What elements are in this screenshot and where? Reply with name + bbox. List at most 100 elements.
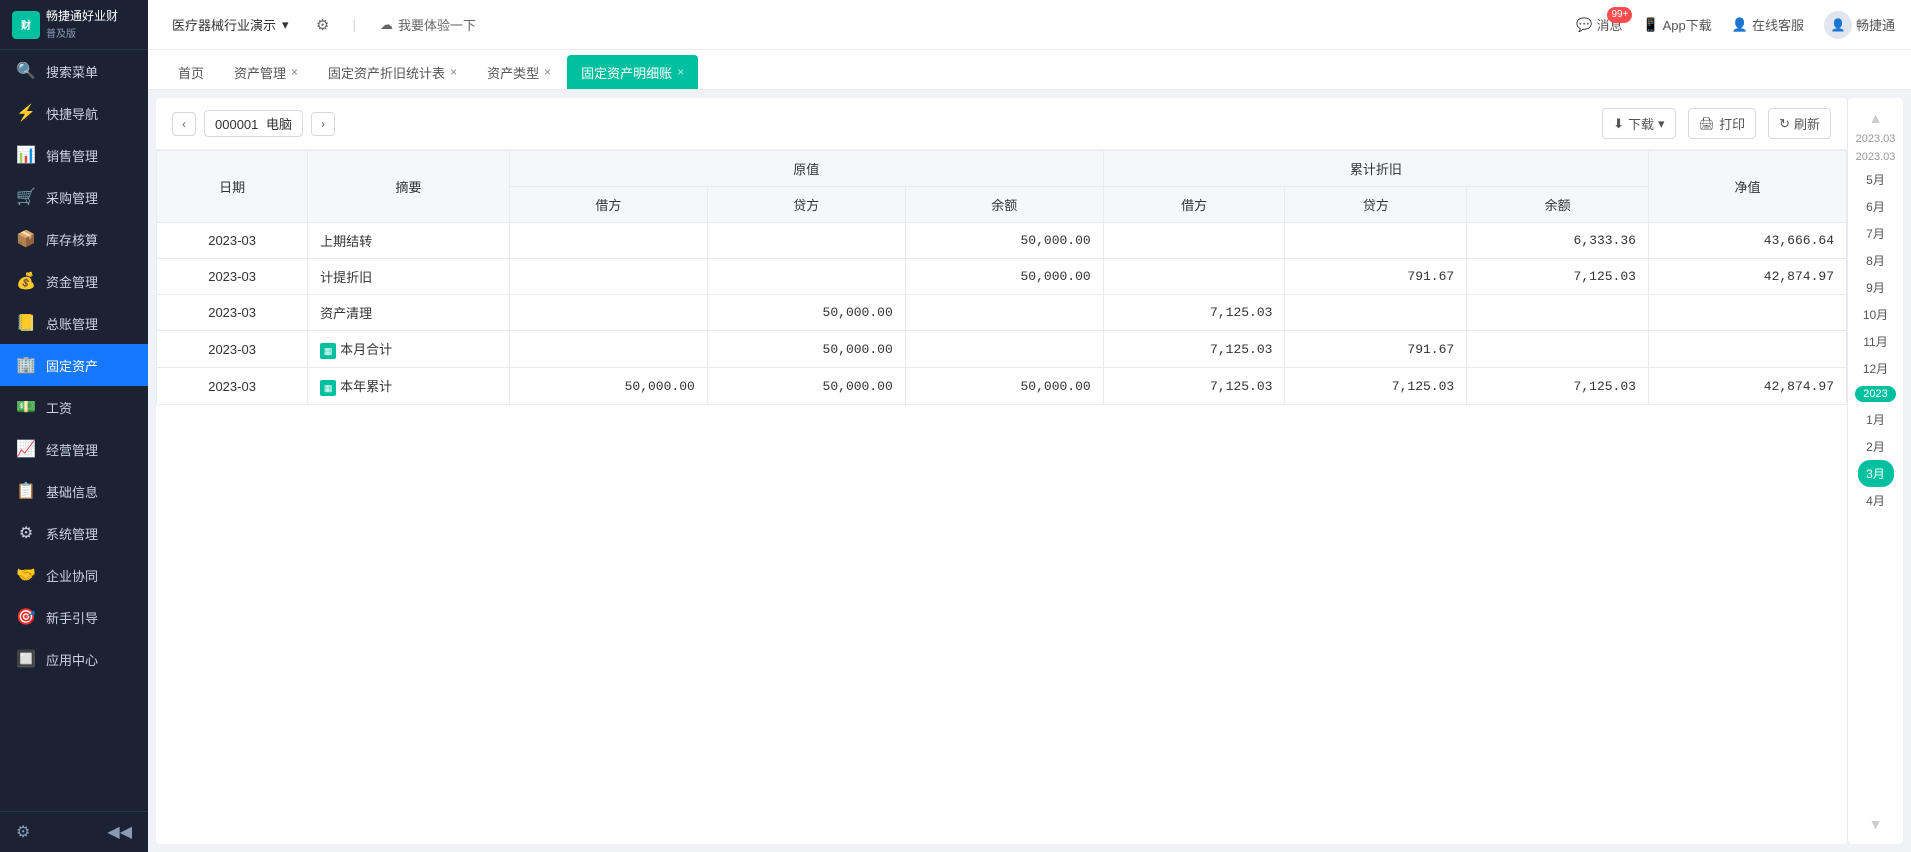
sidebar-item-总账管理[interactable]: 📒总账管理 <box>0 302 148 344</box>
settings-bottom-icon[interactable]: ⚙ <box>16 822 30 842</box>
company-name: 医疗器械行业演示 <box>172 15 276 34</box>
th-date: 日期 <box>157 151 308 223</box>
content-main: ‹ 000001 电脑 › ⬇ 下载 ▾ 🖨 打印 <box>156 98 1847 844</box>
sidebar-item-系统管理[interactable]: ⚙系统管理 <box>0 512 148 554</box>
tab-close-icon[interactable]: × <box>291 65 298 79</box>
tab-close-icon[interactable]: × <box>677 65 684 79</box>
sidebar-label: 经营管理 <box>46 440 98 459</box>
timeline-down-arrow[interactable]: ▼ <box>1865 812 1887 836</box>
sidebar-label: 销售管理 <box>46 146 98 165</box>
td-date: 2023-03 <box>157 295 308 331</box>
sidebar-icon: 🔲 <box>16 649 36 669</box>
timeline-panel: ▲ 2023.03 2023.03 5月6月7月8月9月10月11月12月 20… <box>1847 98 1903 844</box>
sidebar-item-采购管理[interactable]: 🛒采购管理 <box>0 176 148 218</box>
timeline-month[interactable]: 5月 <box>1859 166 1892 193</box>
print-btn[interactable]: 🖨 打印 <box>1688 108 1757 139</box>
tab-close-icon[interactable]: × <box>544 65 551 79</box>
asset-identifier: 000001 电脑 <box>204 110 303 137</box>
download-btn[interactable]: ⬇ 下载 ▾ <box>1602 108 1675 139</box>
sidebar-item-固定资产[interactable]: 🏢固定资产 <box>0 344 148 386</box>
timeline-month[interactable]: 8月 <box>1859 247 1892 274</box>
sidebar-icon: 📦 <box>16 229 36 249</box>
sidebar-icon: 🏢 <box>16 355 36 375</box>
td-date: 2023-03 <box>157 368 308 405</box>
timeline-year-top-1: 2023.03 <box>1848 130 1903 148</box>
td-net-value: 42,874.97 <box>1648 259 1846 295</box>
ledger-table-wrapper: 日期 摘要 原值 累计折旧 净值 借方 贷方 余额 借方 贷方 余额 <box>156 150 1847 844</box>
table-row: 2023-03 ▦本月合计 50,000.00 7,125.03 791.67 <box>157 331 1847 368</box>
timeline-month[interactable]: 3月 <box>1858 460 1894 487</box>
timeline-month[interactable]: 7月 <box>1859 220 1892 247</box>
td-dep-balance: 6,333.36 <box>1467 223 1649 259</box>
sidebar-logo: 财 畅捷通好业财 普及版 <box>0 0 148 50</box>
sidebar: 财 畅捷通好业财 普及版 🔍搜索菜单⚡快捷导航 📊 销售管理 🛒采购管理📦库存核算💰资… <box>0 0 148 852</box>
timeline-month[interactable]: 10月 <box>1859 301 1892 328</box>
sidebar-item-搜索菜单[interactable]: 🔍搜索菜单 <box>0 50 148 92</box>
tab-固定资产明细账[interactable]: 固定资产明细账× <box>567 55 698 89</box>
timeline-month[interactable]: 11月 <box>1859 328 1892 355</box>
td-summary: 上期结转 <box>308 223 510 259</box>
timeline-month[interactable]: 12月 <box>1859 355 1892 382</box>
sidebar-icon: 📒 <box>16 313 36 333</box>
company-selector[interactable]: 医疗器械行业演示 ▾ <box>164 11 297 38</box>
refresh-icon: ↻ <box>1779 116 1790 132</box>
experience-btn[interactable]: ☁ 我要体验一下 <box>372 11 484 38</box>
sidebar-item-资金管理[interactable]: 💰资金管理 <box>0 260 148 302</box>
ledger-table: 日期 摘要 原值 累计折旧 净值 借方 贷方 余额 借方 贷方 余额 <box>156 150 1847 405</box>
sidebar-item-基础信息[interactable]: 📋基础信息 <box>0 470 148 512</box>
asset-navigation: ‹ 000001 电脑 › <box>172 110 335 137</box>
sidebar-item-快捷导航[interactable]: ⚡快捷导航 <box>0 92 148 134</box>
prev-asset-btn[interactable]: ‹ <box>172 112 196 136</box>
td-summary: 资产清理 <box>308 295 510 331</box>
refresh-btn[interactable]: ↻ 刷新 <box>1768 108 1831 139</box>
td-dep-debit <box>1103 223 1285 259</box>
next-asset-btn[interactable]: › <box>311 112 335 136</box>
sidebar-item-库存核算[interactable]: 📦库存核算 <box>0 218 148 260</box>
sidebar-item-工资[interactable]: 💵工资 <box>0 386 148 428</box>
timeline-month[interactable]: 6月 <box>1859 193 1892 220</box>
td-orig-credit: 50,000.00 <box>707 368 905 405</box>
sidebar-item-销售管理[interactable]: 📊 销售管理 <box>0 134 148 176</box>
timeline-month[interactable]: 2月 <box>1858 433 1894 460</box>
sidebar-icon: 📈 <box>16 439 36 459</box>
timeline-year-badge: 2023 <box>1855 386 1895 402</box>
topbar-settings-btn[interactable]: ⚙ <box>309 11 337 39</box>
tab-首页[interactable]: 首页 <box>164 55 218 89</box>
online-service-btn[interactable]: 👤 在线客服 <box>1732 15 1804 34</box>
td-orig-debit <box>509 295 707 331</box>
td-orig-credit: 50,000.00 <box>707 331 905 368</box>
timeline-month[interactable]: 1月 <box>1858 406 1894 433</box>
timeline-month[interactable]: 4月 <box>1858 487 1894 514</box>
sidebar-item-新手引导[interactable]: 🎯新手引导 <box>0 596 148 638</box>
timeline-month[interactable]: 9月 <box>1859 274 1892 301</box>
sidebar-item-应用中心[interactable]: 🔲应用中心 <box>0 638 148 680</box>
message-icon: 💬 <box>1576 17 1592 33</box>
sidebar-item-企业协同[interactable]: 🤝企业协同 <box>0 554 148 596</box>
tab-close-icon[interactable]: × <box>450 65 457 79</box>
tab-固定资产折旧统计表[interactable]: 固定资产折旧统计表× <box>314 55 471 89</box>
experience-label: 我要体验一下 <box>398 15 476 34</box>
user-area[interactable]: 👤 畅捷通 <box>1824 11 1895 39</box>
message-btn[interactable]: 💬 消息 99+ <box>1576 15 1622 34</box>
collapse-icon[interactable]: ◀◀ <box>107 822 132 842</box>
td-orig-debit <box>509 331 707 368</box>
sidebar-icon: 🎯 <box>16 607 36 627</box>
td-dep-credit: 7,125.03 <box>1285 368 1467 405</box>
sidebar-item-经营管理[interactable]: 📈 经营管理 <box>0 428 148 470</box>
experience-icon: ☁ <box>380 17 393 33</box>
asset-name: 电脑 <box>266 117 292 132</box>
td-summary: ▦本月合计 <box>308 331 510 368</box>
sidebar-icon: 📊 <box>16 145 36 165</box>
app-download-btn[interactable]: 📱 App下载 <box>1642 15 1711 34</box>
sidebar-icon: ⚙ <box>16 523 36 543</box>
topbar-right: 💬 消息 99+ 📱 App下载 👤 在线客服 👤 畅捷通 <box>1576 11 1895 39</box>
timeline-year-top-2: 2023.03 <box>1848 148 1903 166</box>
td-orig-credit <box>707 259 905 295</box>
table-row: 2023-03 资产清理 50,000.00 7,125.03 <box>157 295 1847 331</box>
tab-资产管理[interactable]: 资产管理× <box>220 55 312 89</box>
td-dep-debit <box>1103 259 1285 295</box>
tab-资产类型[interactable]: 资产类型× <box>473 55 565 89</box>
sidebar-icon: 🛒 <box>16 187 36 207</box>
timeline-up-arrow[interactable]: ▲ <box>1865 106 1887 130</box>
content-area: ‹ 000001 电脑 › ⬇ 下载 ▾ 🖨 打印 <box>148 90 1911 852</box>
